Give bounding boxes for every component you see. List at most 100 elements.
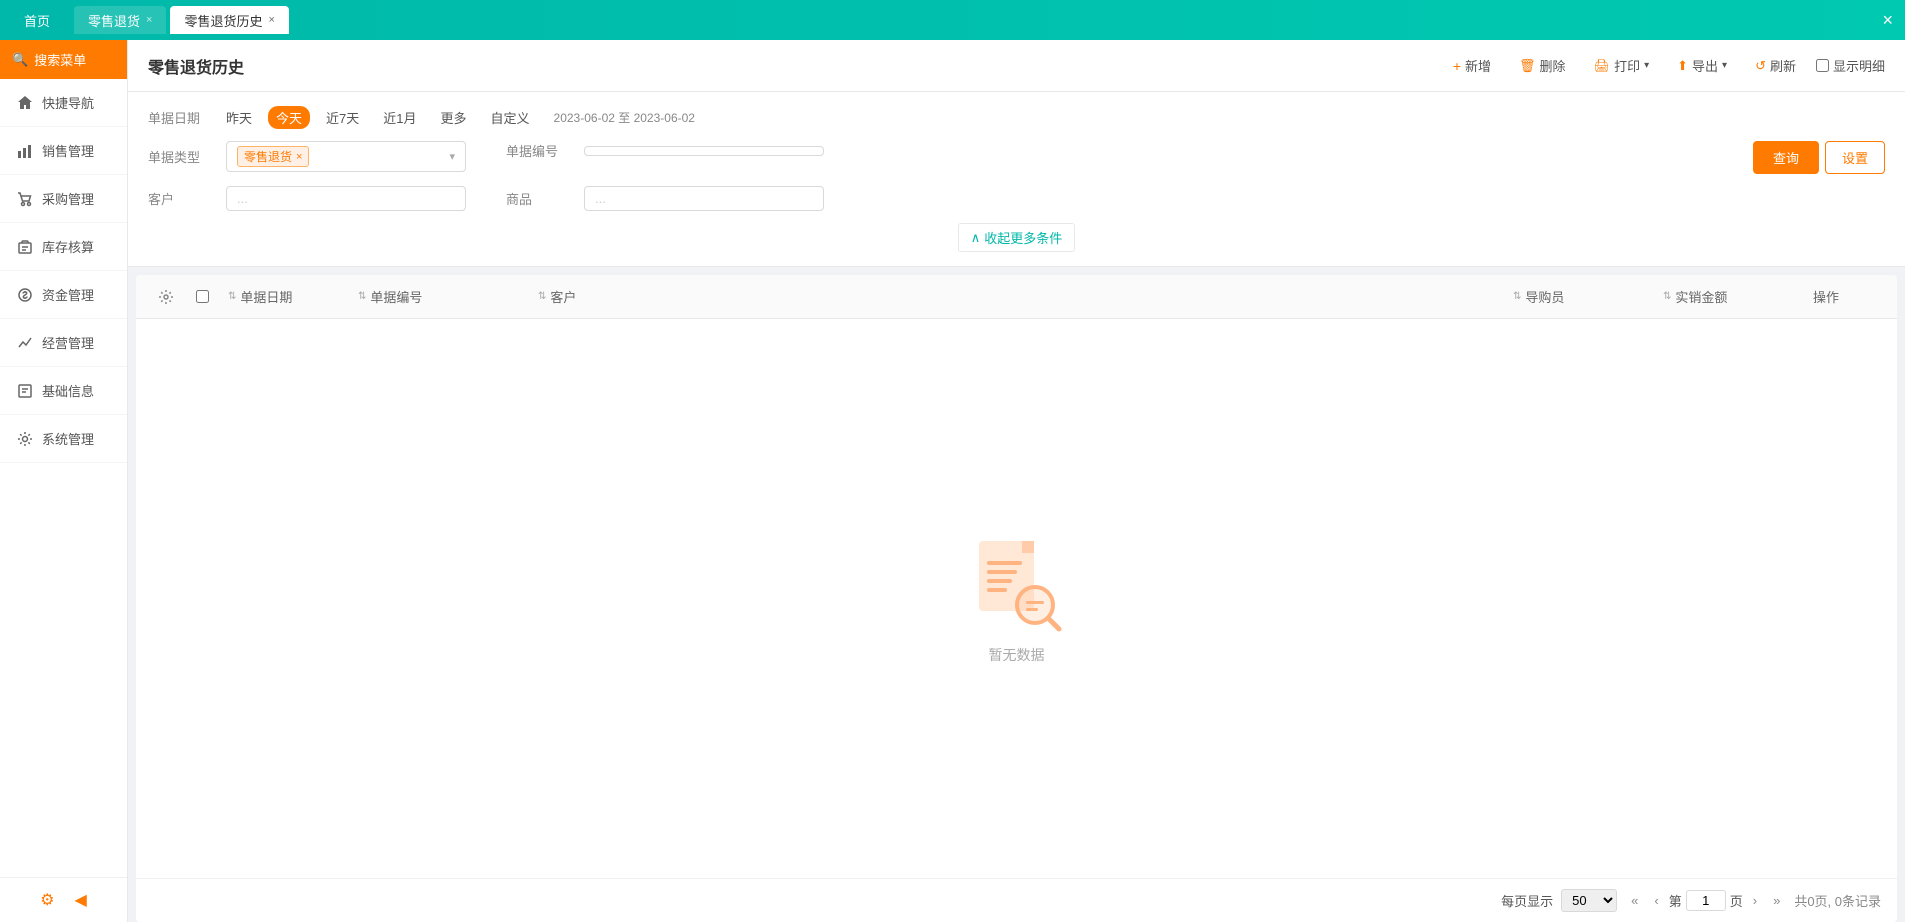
customer-placeholder: ... [237,191,248,206]
sidebar-item-basic-info[interactable]: 基础信息 [0,367,127,415]
settings-footer-icon[interactable]: ⚙ [40,890,54,910]
sort-icon-5: ⇅ [1663,291,1671,302]
sidebar-item-finance[interactable]: 资金管理 [0,271,127,319]
delete-button[interactable]: 🗑 删除 [1511,52,1574,79]
refresh-icon: ↺ [1755,58,1766,74]
settings-button[interactable]: 设置 [1825,141,1885,174]
empty-text: 暂无数据 [989,645,1045,665]
query-button[interactable]: 查询 [1753,141,1819,174]
sidebar-item-purchase[interactable]: 采购管理 [0,175,127,223]
collapse-row: ∧ 收起更多条件 [148,223,1885,252]
sidebar-search[interactable]: 🔍 搜索菜单 [0,40,127,79]
display-detail-toggle[interactable]: 显示明细 [1816,56,1885,75]
goods-filter-input[interactable]: ... [584,186,824,211]
delete-icon: 🗑 [1519,58,1536,74]
tab-close-history[interactable]: × [268,14,274,26]
first-page-button[interactable]: « [1625,891,1644,910]
page-size-select[interactable]: 50 100 200 [1561,889,1617,912]
display-detail-checkbox[interactable] [1816,59,1829,72]
customer-filter-input[interactable]: ... [226,186,466,211]
sidebar-item-sales[interactable]: 销售管理 [0,127,127,175]
page-of-label: 页 [1730,891,1743,910]
tab-list: 零售退货 × 零售退货历史 × [74,6,1882,34]
collapse-sidebar-icon[interactable]: ◀ [75,890,87,910]
goods-filter-label: 商品 [506,189,576,208]
page-header: 零售退货历史 + 新增 🗑 删除 🖨 打印 ▾ ⬆ 导出 ▾ [128,40,1905,92]
sidebar-footer: ⚙ ◀ [0,877,127,922]
date-range-display: 2023-06-02 至 2023-06-02 [554,109,695,126]
table-container: ⇅ 单据日期 ⇅ 单据编号 ⇅ 客户 ⇅ 导购员 ⇅ 实销金额 [136,275,1897,922]
collapse-up-icon: ∧ [971,230,981,246]
filter-goods-group: 商品 ... [506,186,824,211]
col-header-amount[interactable]: ⇅ 实销金额 [1655,287,1805,306]
filter-extra-row: 客户 ... 商品 ... [148,186,1885,211]
add-icon: + [1453,58,1461,74]
collapse-button[interactable]: ∧ 收起更多条件 [958,223,1076,252]
inventory-icon [16,238,34,256]
content-area: 零售退货历史 + 新增 🗑 删除 🖨 打印 ▾ ⬆ 导出 ▾ [128,40,1905,922]
col-header-date[interactable]: ⇅ 单据日期 [220,287,350,306]
sort-icon-3: ⇅ [538,291,546,302]
print-dropdown-icon: ▾ [1644,60,1649,71]
print-button[interactable]: 🖨 打印 ▾ [1586,52,1658,79]
page-number-input[interactable] [1686,890,1726,911]
col-header-guide[interactable]: ⇅ 导购员 [1505,287,1655,306]
tab-retail-return[interactable]: 零售退货 × [74,6,166,34]
filter-area: 单据日期 昨天 今天 近7天 近1月 更多 自定义 2023-06-02 至 2… [128,92,1905,267]
top-bar: 首页 零售退货 × 零售退货历史 × × [0,0,1905,40]
export-button[interactable]: ⬆ 导出 ▾ [1669,52,1735,79]
export-dropdown-icon: ▾ [1722,60,1727,71]
goods-placeholder: ... [595,191,606,206]
type-filter-label: 单据类型 [148,147,218,166]
sort-icon-4: ⇅ [1513,291,1521,302]
table-header: ⇅ 单据日期 ⇅ 单据编号 ⇅ 客户 ⇅ 导购员 ⇅ 实销金额 [136,275,1897,319]
page-title: 零售退货历史 [148,54,244,78]
date-btn-7days[interactable]: 近7天 [318,106,367,129]
tag-close-icon[interactable]: × [296,151,302,163]
tab-close-retail-return[interactable]: × [146,14,152,26]
main-layout: 🔍 搜索菜单 快捷导航 销售管理 采购管理 库存核算 [0,40,1905,922]
column-settings-button[interactable] [148,289,184,305]
col-header-customer[interactable]: ⇅ 客户 [530,287,1505,306]
page-size-label: 每页显示 [1501,891,1553,910]
operations-icon [16,334,34,352]
date-filter-options: 昨天 今天 近7天 近1月 更多 自定义 2023-06-02 至 2023-0… [218,106,695,129]
select-dropdown-icon: ▾ [449,150,455,163]
filter-customer-group: 客户 ... [148,186,466,211]
sidebar-item-quick-nav[interactable]: 快捷导航 [0,79,127,127]
window-close-button[interactable]: × [1882,10,1893,31]
add-button[interactable]: + 新增 [1445,52,1499,79]
date-btn-today[interactable]: 今天 [268,106,310,129]
prev-page-button[interactable]: ‹ [1648,891,1664,910]
filter-type-group: 单据类型 零售退货 × ▾ [148,141,466,172]
action-buttons: 查询 设置 [1753,141,1885,174]
finance-icon [16,286,34,304]
sidebar-item-operations[interactable]: 经营管理 [0,319,127,367]
number-filter-label: 单据编号 [506,141,576,160]
tab-retail-return-history[interactable]: 零售退货历史 × [170,6,288,34]
export-icon: ⬆ [1677,58,1688,74]
number-filter-input[interactable] [584,146,824,156]
type-filter-select[interactable]: 零售退货 × ▾ [226,141,466,172]
last-page-button[interactable]: » [1767,891,1786,910]
sidebar-item-system[interactable]: 系统管理 [0,415,127,463]
date-btn-yesterday[interactable]: 昨天 [218,106,260,129]
sidebar-item-inventory[interactable]: 库存核算 [0,223,127,271]
filter-number-group: 单据编号 [506,141,824,160]
date-btn-custom[interactable]: 自定义 [483,106,538,129]
home-tab[interactable]: 首页 [12,11,62,30]
col-header-number[interactable]: ⇅ 单据编号 [350,287,530,306]
date-filter-label: 单据日期 [148,108,218,127]
date-btn-1month[interactable]: 近1月 [375,106,424,129]
refresh-button[interactable]: ↺ 刷新 [1747,52,1804,79]
search-icon: 🔍 [12,52,28,68]
total-info: 共0页, 0条记录 [1794,891,1881,910]
toolbar: + 新增 🗑 删除 🖨 打印 ▾ ⬆ 导出 ▾ ↺ 刷新 [1445,52,1885,79]
empty-illustration [967,533,1067,633]
system-icon [16,430,34,448]
home-icon [16,94,34,112]
filter-type-row: 单据类型 零售退货 × ▾ 单据编号 查询 [148,141,1885,174]
select-all-checkbox[interactable] [184,290,220,303]
next-page-button[interactable]: › [1747,891,1763,910]
date-btn-more[interactable]: 更多 [433,106,475,129]
